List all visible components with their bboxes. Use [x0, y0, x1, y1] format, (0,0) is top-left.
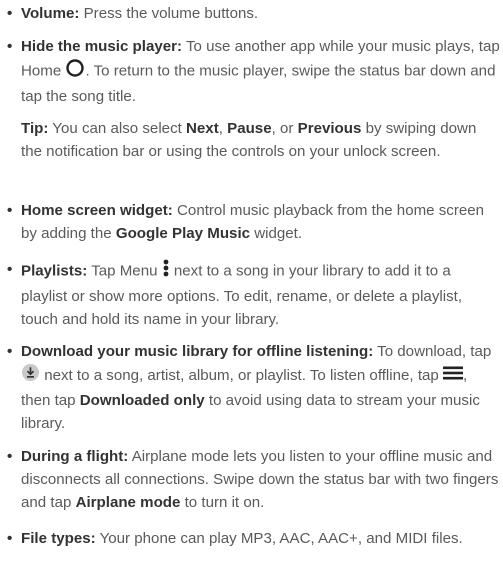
help-page: • Volume: Press the volume buttons. • Hi… — [0, 0, 503, 581]
item-term: Home screen widget: — [21, 202, 173, 219]
item-bold: Downloaded only — [79, 392, 205, 409]
item-term: Playlists: — [21, 262, 88, 280]
item-term: File types: — [21, 530, 96, 547]
item-text: Tap Menu — [87, 262, 162, 280]
list-item-volume: • Volume: Press the volume buttons. — [0, 2, 500, 25]
item-term: Volume: — [21, 5, 80, 22]
bullet: • — [7, 448, 13, 465]
item-text: To download, tap — [373, 343, 492, 360]
tip-text: You can also select — [48, 120, 187, 137]
hamburger-menu-icon — [443, 365, 463, 388]
home-circle-icon — [65, 58, 85, 85]
tip-label: Tip: — [21, 120, 49, 137]
tip-text: , or — [271, 120, 298, 137]
item-text: widget. — [250, 225, 303, 242]
item-text: to turn it on. — [180, 494, 265, 511]
item-bold: Google Play Music — [115, 225, 251, 242]
bullet: • — [7, 38, 13, 55]
tip-pause: Pause — [227, 120, 272, 137]
item-text: next to a song, artist, album, or playli… — [40, 366, 443, 384]
item-term: Hide the music player: — [21, 38, 183, 55]
list-item-hide-player: • Hide the music player: To use another … — [0, 35, 500, 108]
tip-previous: Previous — [297, 120, 362, 137]
bullet: • — [7, 261, 13, 278]
bullet: • — [7, 343, 13, 360]
item-bold: Airplane mode — [75, 494, 181, 511]
bullet: • — [7, 530, 13, 547]
list-item-playlists: • Playlists: Tap Menu next to a song in … — [0, 258, 500, 331]
list-item-widget: • Home screen widget: Control music play… — [0, 199, 500, 245]
item-term: During a flight: — [21, 448, 129, 465]
bullet: • — [7, 5, 13, 22]
menu-dots-icon — [162, 258, 170, 285]
item-term: Download your music library for offline … — [21, 343, 374, 360]
download-icon — [21, 363, 40, 389]
item-text: . To return to the music player, swipe t… — [21, 62, 496, 105]
item-text: Press the volume buttons. — [79, 5, 259, 22]
list-item-flight: • During a flight: Airplane mode lets yo… — [0, 445, 500, 514]
tip-next: Next — [186, 120, 219, 137]
tip-note: Tip: You can also select Next, Pause, or… — [0, 117, 500, 163]
list-item-download: • Download your music library for offlin… — [0, 340, 500, 435]
tip-text: , — [218, 120, 228, 137]
list-item-file-types: • File types: Your phone can play MP3, A… — [0, 527, 500, 550]
bullet: • — [7, 202, 13, 219]
item-text: Your phone can play MP3, AAC, AAC+, and … — [95, 530, 463, 547]
